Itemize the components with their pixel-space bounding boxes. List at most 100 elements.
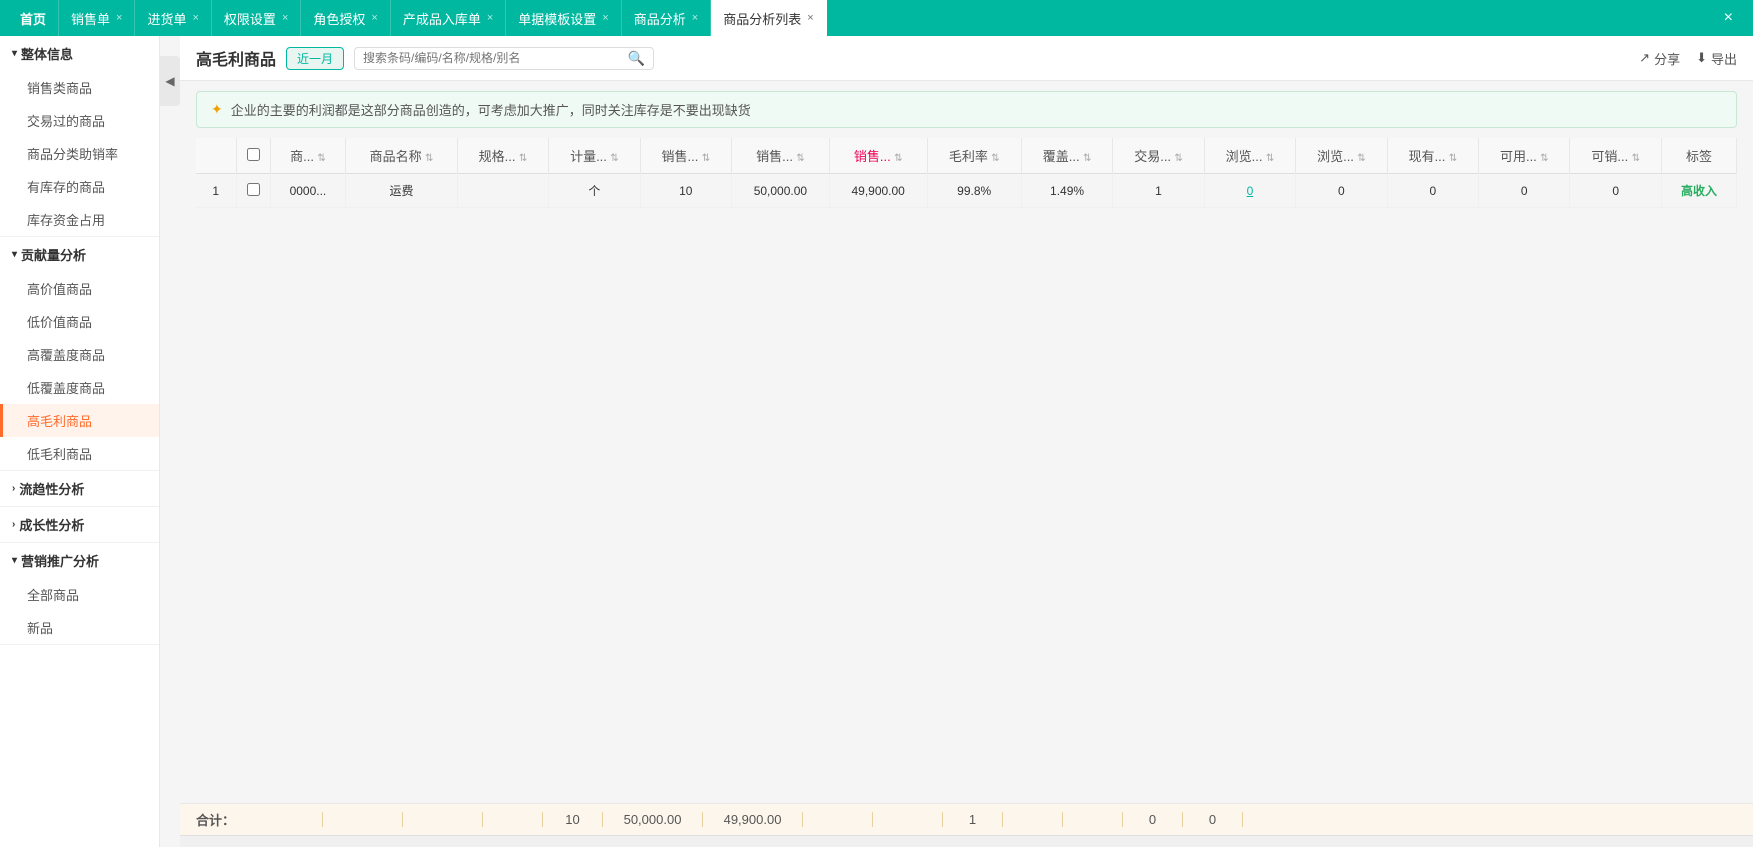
col-saleable[interactable]: 可销... ⇅ <box>1570 138 1661 174</box>
sidebar-section-overall: ▾ 整体信息 销售类商品 交易过的商品 商品分类助销率 有库存的商品 库存资金占… <box>0 36 159 237</box>
sidebar-item-high-value[interactable]: 高价值商品 <box>0 272 159 305</box>
search-input[interactable] <box>363 51 628 65</box>
close-tab-template[interactable]: × <box>602 12 608 24</box>
sidebar-group-overall[interactable]: ▾ 整体信息 <box>0 36 159 71</box>
col-transaction[interactable]: 交易... ⇅ <box>1113 138 1204 174</box>
filter-recent-month-button[interactable]: 近一月 <box>286 47 344 70</box>
sidebar-group-marketing[interactable]: ▾ 营销推广分析 <box>0 543 159 578</box>
sort-icon-saleable[interactable]: ⇅ <box>1632 153 1640 164</box>
export-button[interactable]: ⬇ 导出 <box>1696 49 1737 68</box>
sort-icon-name[interactable]: ⇅ <box>425 153 433 164</box>
sidebar-item-high-coverage[interactable]: 高覆盖度商品 <box>0 338 159 371</box>
col-sale-amount[interactable]: 销售... ⇅ <box>732 138 830 174</box>
sum-usable-stock: 0 <box>1183 812 1243 827</box>
table-row: 1 0000... 运费 个 10 50,000.00 49,900.00 99… <box>196 174 1737 208</box>
tab-role[interactable]: 角色授权 × <box>301 0 390 36</box>
close-tab-stock-in[interactable]: × <box>487 12 493 24</box>
row-checkbox[interactable] <box>247 183 260 196</box>
sidebar-item-traded-goods[interactable]: 交易过的商品 <box>0 104 159 137</box>
col-current-stock[interactable]: 现有... ⇅ <box>1387 138 1478 174</box>
cell-name[interactable]: 运费 <box>346 174 457 208</box>
sort-icon-sale-qty[interactable]: ⇅ <box>702 153 710 164</box>
sort-icon-current-stock[interactable]: ⇅ <box>1449 153 1457 164</box>
sort-icon-sale-profit[interactable]: ⇅ <box>894 153 902 164</box>
tab-stock-in[interactable]: 产成品入库单 × <box>391 0 506 36</box>
col-checkbox[interactable] <box>236 138 270 174</box>
sidebar-group-contribution[interactable]: ▾ 贡献量分析 <box>0 237 159 272</box>
col-coverage[interactable]: 覆盖... ⇅ <box>1021 138 1112 174</box>
sum-spacer8 <box>1063 812 1123 827</box>
horizontal-scrollbar[interactable] <box>180 835 1753 847</box>
col-gross-margin[interactable]: 毛利率 ⇅ <box>927 138 1021 174</box>
close-tab-purchase[interactable]: × <box>192 12 198 24</box>
sum-spacer1 <box>243 812 323 827</box>
search-icon[interactable]: 🔍 <box>628 50 645 67</box>
cell-code[interactable]: 0000... <box>270 174 346 208</box>
sidebar-group-trend[interactable]: › 流趋性分析 <box>0 471 159 506</box>
sidebar-item-low-coverage[interactable]: 低覆盖度商品 <box>0 371 159 404</box>
sort-icon-gross-margin[interactable]: ⇅ <box>991 153 999 164</box>
arrow-marketing: ▾ <box>12 555 17 566</box>
cell-sale-qty: 10 <box>640 174 731 208</box>
col-tag[interactable]: 标签 <box>1661 138 1736 174</box>
sidebar-item-all-goods[interactable]: 全部商品 <box>0 578 159 611</box>
cell-current-stock: 0 <box>1387 174 1478 208</box>
cell-view1[interactable]: 0 <box>1204 174 1295 208</box>
col-code[interactable]: 商... ⇅ <box>270 138 346 174</box>
tab-template[interactable]: 单据模板设置 × <box>506 0 621 36</box>
sum-current-stock: 0 <box>1123 812 1183 827</box>
col-name[interactable]: 商品名称 ⇅ <box>346 138 457 174</box>
tab-permission[interactable]: 权限设置 × <box>212 0 301 36</box>
sort-icon-coverage[interactable]: ⇅ <box>1083 153 1091 164</box>
close-tab-permission[interactable]: × <box>282 12 288 24</box>
sort-icon-transaction[interactable]: ⇅ <box>1174 153 1182 164</box>
col-usable-stock[interactable]: 可用... ⇅ <box>1479 138 1570 174</box>
page-title: 高毛利商品 <box>196 46 276 70</box>
sort-icon-spec[interactable]: ⇅ <box>519 153 527 164</box>
sidebar-item-sales-goods[interactable]: 销售类商品 <box>0 71 159 104</box>
select-all-checkbox[interactable] <box>247 148 260 161</box>
col-unit[interactable]: 计量... ⇅ <box>549 138 640 174</box>
sidebar-section-trend: › 流趋性分析 <box>0 471 159 507</box>
close-tab-analysis[interactable]: × <box>692 12 698 24</box>
sidebar-collapse-button[interactable]: ◀ <box>160 56 180 106</box>
close-tab-sales[interactable]: × <box>116 12 122 24</box>
col-view2[interactable]: 浏览... ⇅ <box>1296 138 1387 174</box>
tab-analysis[interactable]: 商品分析 × <box>622 0 711 36</box>
sort-icon-view2[interactable]: ⇅ <box>1357 153 1365 164</box>
sidebar-group-growth[interactable]: › 成长性分析 <box>0 507 159 542</box>
share-button[interactable]: ↗ 分享 <box>1639 49 1680 68</box>
tab-home[interactable]: 首页 <box>8 0 59 36</box>
col-view1[interactable]: 浏览... ⇅ <box>1204 138 1295 174</box>
cell-sale-amount: 50,000.00 <box>732 174 830 208</box>
tab-purchase[interactable]: 进货单 × <box>135 0 211 36</box>
info-text: 企业的主要的利润都是这部分商品创造的，可考虑加大推广，同时关注库存是不要出现缺货 <box>231 100 751 119</box>
content-header: 高毛利商品 近一月 🔍 ↗ 分享 ⬇ 导出 <box>180 36 1753 81</box>
sum-spacer4 <box>483 812 543 827</box>
tab-sales[interactable]: 销售单 × <box>59 0 135 36</box>
sidebar-item-category-rate[interactable]: 商品分类助销率 <box>0 137 159 170</box>
sort-icon-code[interactable]: ⇅ <box>317 153 325 164</box>
col-spec[interactable]: 规格... ⇅ <box>457 138 548 174</box>
sort-icon-sale-amount[interactable]: ⇅ <box>796 153 804 164</box>
sidebar-item-stocked-goods[interactable]: 有库存的商品 <box>0 170 159 203</box>
sidebar-item-low-value[interactable]: 低价值商品 <box>0 305 159 338</box>
sum-transaction: 1 <box>943 812 1003 827</box>
table-wrapper: 商... ⇅ 商品名称 ⇅ 规格... ⇅ 计量... <box>196 138 1737 803</box>
window-close-button[interactable]: × <box>1712 9 1745 27</box>
sidebar-item-low-margin[interactable]: 低毛利商品 <box>0 437 159 470</box>
cell-checkbox[interactable] <box>236 174 270 208</box>
sort-icon-unit[interactable]: ⇅ <box>610 153 618 164</box>
sidebar-item-stock-capital[interactable]: 库存资金占用 <box>0 203 159 236</box>
sort-icon-view1[interactable]: ⇅ <box>1266 153 1274 164</box>
sidebar-item-new-goods[interactable]: 新品 <box>0 611 159 644</box>
close-tab-role[interactable]: × <box>371 12 377 24</box>
sidebar-section-contribution: ▾ 贡献量分析 高价值商品 低价值商品 高覆盖度商品 低覆盖度商品 高毛利商品 … <box>0 237 159 471</box>
sidebar-item-high-margin[interactable]: 高毛利商品 <box>0 404 159 437</box>
col-sale-profit[interactable]: 销售... ⇅ <box>829 138 927 174</box>
tab-analysis-list[interactable]: 商品分析列表 × <box>711 0 826 36</box>
sidebar-section-growth: › 成长性分析 <box>0 507 159 543</box>
close-tab-analysis-list[interactable]: × <box>807 12 813 24</box>
col-sale-qty[interactable]: 销售... ⇅ <box>640 138 731 174</box>
sort-icon-usable-stock[interactable]: ⇅ <box>1540 153 1548 164</box>
